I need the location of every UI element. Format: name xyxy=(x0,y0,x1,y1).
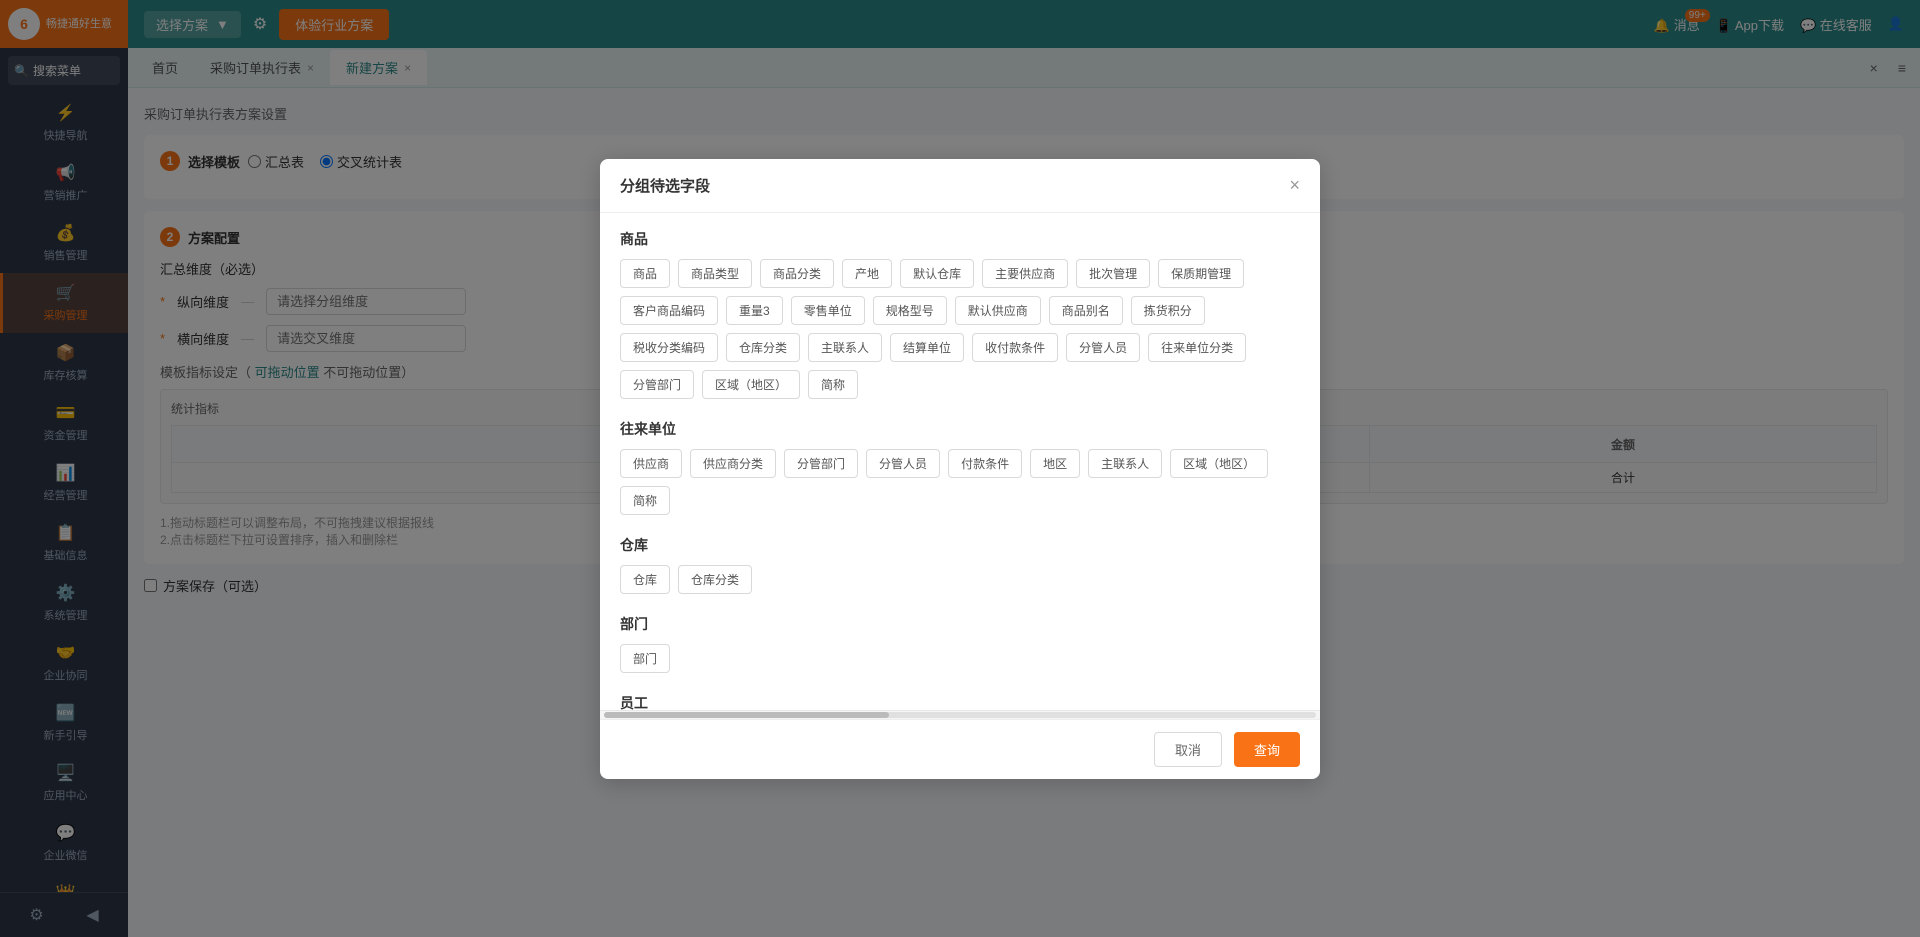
counterpart-fields: 供应商供应商分类分管部门分管人员付款条件地区主联系人区域（地区） 简称 xyxy=(620,449,1300,515)
field-tag[interactable]: 仓库 xyxy=(620,565,670,594)
field-tag[interactable]: 默认仓库 xyxy=(900,259,974,288)
field-tag[interactable]: 批次管理 xyxy=(1076,259,1150,288)
field-tag[interactable]: 分管人员 xyxy=(866,449,940,478)
field-tag[interactable]: 部门 xyxy=(620,644,670,673)
field-tag[interactable]: 仓库分类 xyxy=(678,565,752,594)
department-fields: 部门 xyxy=(620,644,1300,673)
field-tag[interactable]: 分管部门 xyxy=(784,449,858,478)
field-tag[interactable]: 客户商品编码 xyxy=(620,296,718,325)
field-tag[interactable]: 仓库分类 xyxy=(726,333,800,362)
goods-section: 商品 商品商品类型商品分类产地默认仓库主要供应商批次管理保质期管理客户商品编码重… xyxy=(620,229,1300,399)
employee-title: 员工 xyxy=(620,693,1300,710)
goods-fields: 商品商品类型商品分类产地默认仓库主要供应商批次管理保质期管理客户商品编码重量3 零… xyxy=(620,259,1300,399)
field-tag[interactable]: 付款条件 xyxy=(948,449,1022,478)
field-tag[interactable]: 供应商分类 xyxy=(690,449,776,478)
modal-footer: 取消 查询 xyxy=(600,719,1320,779)
field-tag[interactable]: 默认供应商 xyxy=(955,296,1041,325)
field-tag[interactable]: 商品别名 xyxy=(1049,296,1123,325)
field-tag[interactable]: 商品 xyxy=(620,259,670,288)
field-tag[interactable]: 供应商 xyxy=(620,449,682,478)
modal-title: 分组待选字段 xyxy=(620,175,710,196)
field-tag[interactable]: 保质期管理 xyxy=(1158,259,1244,288)
field-tag[interactable]: 主联系人 xyxy=(1088,449,1162,478)
field-tag[interactable]: 主联系人 xyxy=(808,333,882,362)
field-tag[interactable]: 税收分类编码 xyxy=(620,333,718,362)
field-tag[interactable]: 区域（地区） xyxy=(1170,449,1268,478)
modal-overlay: 分组待选字段 × 商品 商品商品类型商品分类产地默认仓库主要供应商批次管理保质期… xyxy=(0,0,1920,937)
goods-title: 商品 xyxy=(620,229,1300,249)
field-tag[interactable]: 规格型号 xyxy=(873,296,947,325)
field-tag[interactable]: 往来单位分类 xyxy=(1148,333,1246,362)
warehouse-fields: 仓库仓库分类 xyxy=(620,565,1300,594)
modal-header: 分组待选字段 × xyxy=(600,159,1320,213)
field-tag[interactable]: 产地 xyxy=(842,259,892,288)
hscroll-thumb[interactable] xyxy=(604,712,889,718)
field-tag[interactable]: 商品类型 xyxy=(678,259,752,288)
field-tag[interactable]: 零售单位 xyxy=(791,296,865,325)
field-select-modal: 分组待选字段 × 商品 商品商品类型商品分类产地默认仓库主要供应商批次管理保质期… xyxy=(600,159,1320,779)
field-tag[interactable]: 收付款条件 xyxy=(972,333,1058,362)
confirm-button[interactable]: 查询 xyxy=(1234,732,1300,767)
field-tag[interactable]: 商品分类 xyxy=(760,259,834,288)
field-tag[interactable]: 主要供应商 xyxy=(982,259,1068,288)
field-tag[interactable]: 结算单位 xyxy=(890,333,964,362)
field-tag[interactable]: 分管部门 xyxy=(620,370,694,399)
field-tag[interactable]: 分管人员 xyxy=(1066,333,1140,362)
counterpart-section: 往来单位 供应商供应商分类分管部门分管人员付款条件地区主联系人区域（地区） 简称 xyxy=(620,419,1300,515)
department-title: 部门 xyxy=(620,614,1300,634)
warehouse-title: 仓库 xyxy=(620,535,1300,555)
field-tag[interactable]: 地区 xyxy=(1030,449,1080,478)
cancel-button[interactable]: 取消 xyxy=(1154,732,1222,767)
warehouse-section: 仓库 仓库仓库分类 xyxy=(620,535,1300,594)
field-tag[interactable]: 重量3 xyxy=(726,296,783,325)
counterpart-title: 往来单位 xyxy=(620,419,1300,439)
modal-close-button[interactable]: × xyxy=(1289,175,1300,196)
field-tag[interactable]: 简称 xyxy=(620,486,670,515)
hscroll-track xyxy=(604,712,1316,718)
employee-section: 员工 业务员 xyxy=(620,693,1300,710)
field-tag[interactable]: 拣货积分 xyxy=(1131,296,1205,325)
modal-horizontal-scrollbar[interactable] xyxy=(600,710,1320,719)
department-section: 部门 部门 xyxy=(620,614,1300,673)
field-tag[interactable]: 简称 xyxy=(808,370,858,399)
modal-body: 商品 商品商品类型商品分类产地默认仓库主要供应商批次管理保质期管理客户商品编码重… xyxy=(600,213,1320,710)
field-tag[interactable]: 区域（地区） xyxy=(702,370,800,399)
